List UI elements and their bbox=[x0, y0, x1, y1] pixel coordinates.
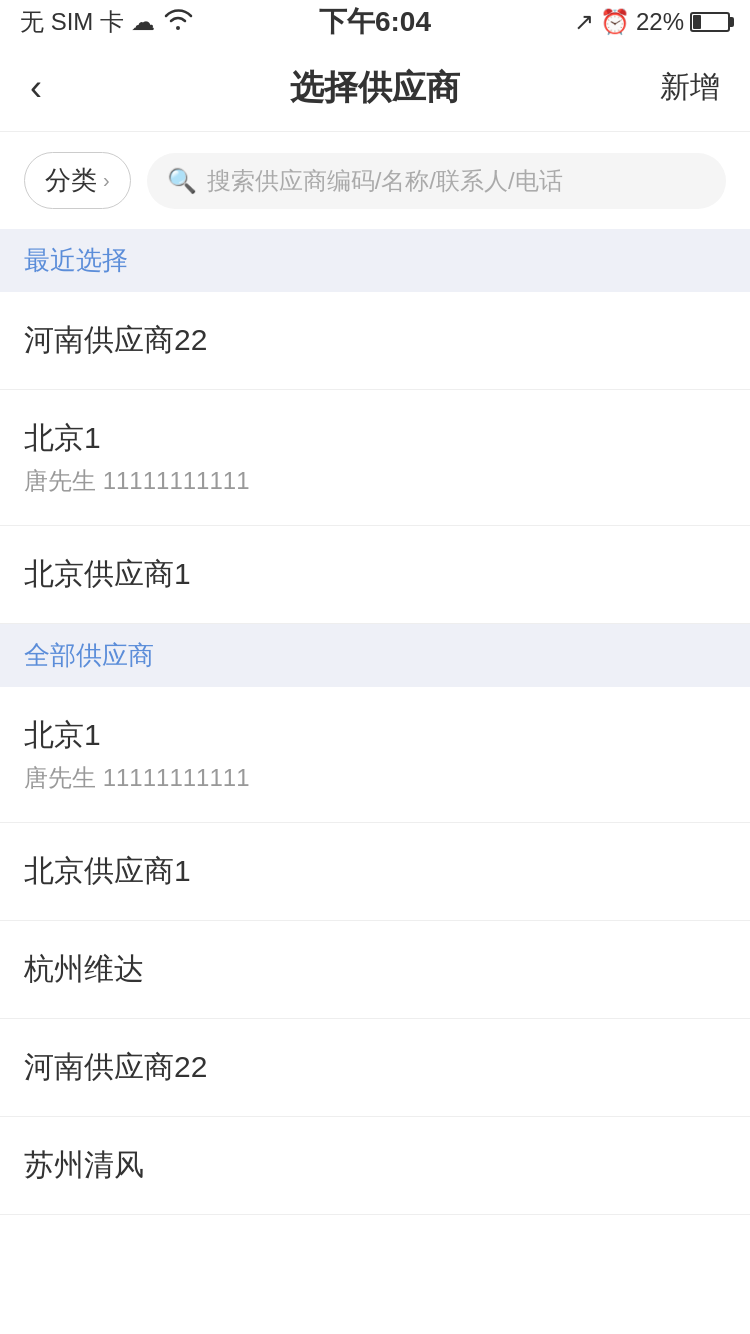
location-icon: ↗ bbox=[574, 8, 594, 36]
list-item[interactable]: 北京1 唐先生 11111111111 bbox=[0, 687, 750, 823]
back-button[interactable]: ‹ bbox=[30, 67, 90, 109]
alarm-icon: ⏰ bbox=[600, 8, 630, 36]
list-item[interactable]: 河南供应商22 bbox=[0, 292, 750, 390]
all-section-header: 全部供应商 bbox=[0, 624, 750, 687]
item-name: 北京1 bbox=[24, 418, 726, 459]
item-sub: 唐先生 11111111111 bbox=[24, 762, 726, 794]
item-sub: 唐先生 11111111111 bbox=[24, 465, 726, 497]
recent-section-header: 最近选择 bbox=[0, 229, 750, 292]
recent-list: 河南供应商22 北京1 唐先生 11111111111 北京供应商1 bbox=[0, 292, 750, 624]
item-name: 苏州清风 bbox=[24, 1145, 726, 1186]
list-item[interactable]: 苏州清风 bbox=[0, 1117, 750, 1215]
battery-percent: 22% bbox=[636, 8, 684, 36]
list-item[interactable]: 北京供应商1 bbox=[0, 526, 750, 624]
search-placeholder: 搜索供应商编码/名称/联系人/电话 bbox=[207, 165, 706, 197]
chevron-right-icon: › bbox=[103, 169, 110, 192]
category-button[interactable]: 分类 › bbox=[24, 152, 131, 209]
status-bar: 无 SIM 卡 ☁ 下午6:04 ↗ ⏰ 22% bbox=[0, 0, 750, 44]
list-item[interactable]: 北京供应商1 bbox=[0, 823, 750, 921]
item-name: 北京1 bbox=[24, 715, 726, 756]
filter-bar: 分类 › 🔍 搜索供应商编码/名称/联系人/电话 bbox=[0, 132, 750, 229]
list-item[interactable]: 北京1 唐先生 11111111111 bbox=[0, 390, 750, 526]
item-name: 杭州维达 bbox=[24, 949, 726, 990]
item-name: 北京供应商1 bbox=[24, 554, 726, 595]
category-label: 分类 bbox=[45, 163, 97, 198]
search-box[interactable]: 🔍 搜索供应商编码/名称/联系人/电话 bbox=[147, 153, 726, 209]
search-icon: 🔍 bbox=[167, 167, 197, 195]
status-time: 下午6:04 bbox=[319, 3, 431, 41]
battery-icon bbox=[690, 12, 730, 32]
page-title: 选择供应商 bbox=[290, 65, 460, 111]
item-name: 河南供应商22 bbox=[24, 320, 726, 361]
list-item[interactable]: 河南供应商22 bbox=[0, 1019, 750, 1117]
status-right: ↗ ⏰ 22% bbox=[574, 8, 730, 36]
item-name: 河南供应商22 bbox=[24, 1047, 726, 1088]
no-sim-label: 无 SIM 卡 ☁ bbox=[20, 6, 155, 38]
add-button[interactable]: 新增 bbox=[660, 67, 720, 108]
item-name: 北京供应商1 bbox=[24, 851, 726, 892]
wifi-icon bbox=[163, 8, 193, 36]
all-list: 北京1 唐先生 11111111111 北京供应商1 杭州维达河南供应商22 苏州清风 bbox=[0, 687, 750, 1215]
nav-bar: ‹ 选择供应商 新增 bbox=[0, 44, 750, 132]
status-left: 无 SIM 卡 ☁ bbox=[20, 6, 193, 38]
list-item[interactable]: 杭州维达 bbox=[0, 921, 750, 1019]
